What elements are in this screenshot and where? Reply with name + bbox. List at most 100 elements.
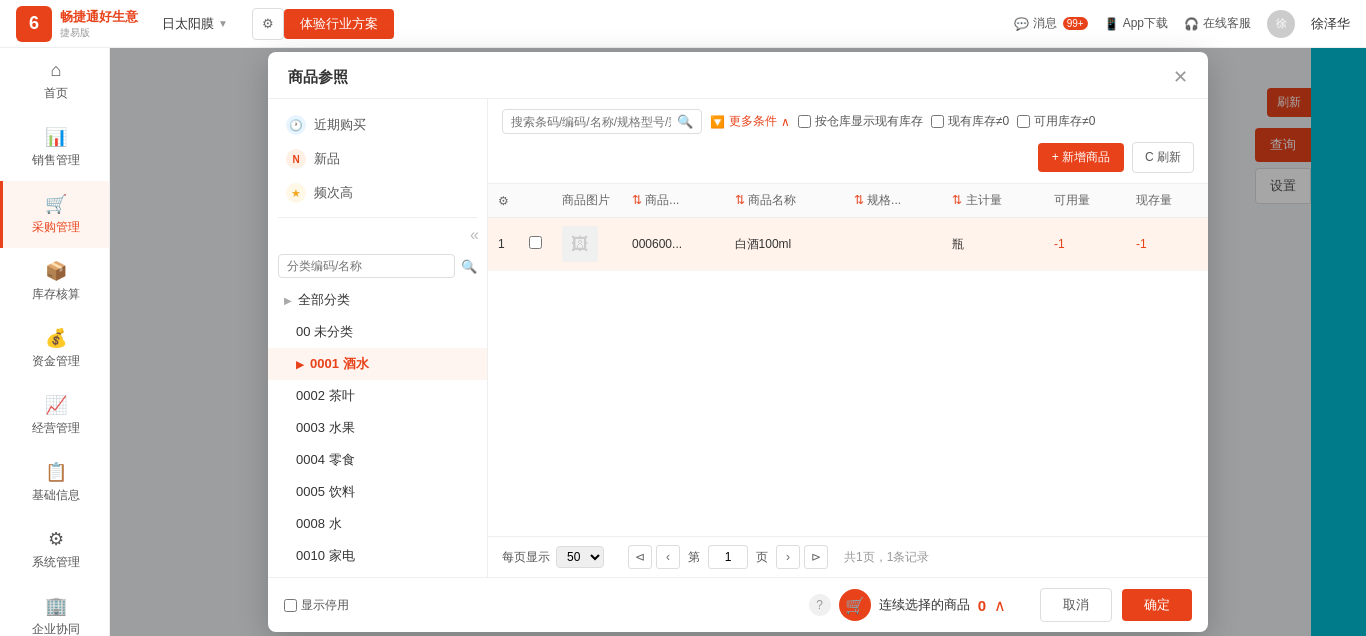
recent-icon: 🕐 [286,115,306,135]
page-label: 第 [688,549,700,566]
page-first-button[interactable]: ⊲ [628,545,652,569]
page-input[interactable] [708,545,748,569]
cat-item-snack[interactable]: 0004 零食 [268,444,487,476]
checkbox-available-input[interactable] [1017,115,1030,128]
th-name[interactable]: ⇅ 商品名称 [725,184,844,218]
sidebar-label-purchase: 采购管理 [32,219,80,236]
purchase-icon: 🛒 [45,193,67,215]
search-input[interactable] [511,115,671,129]
sidebar-item-inventory[interactable]: 📦 库存核算 [0,248,109,315]
app-download-button[interactable]: 📱 App下载 [1104,15,1168,32]
cat-label-water: 0008 水 [296,515,342,533]
sidebar-item-business[interactable]: 📈 经营管理 [0,382,109,449]
th-available: 可用量 [1044,184,1126,218]
logo-icon: 6 [16,6,52,42]
nav-label[interactable]: 日太阳膜 ▼ [162,15,228,33]
cat-item-appliance[interactable]: 0010 家电 [268,540,487,567]
username: 徐泽华 [1311,15,1350,33]
page-last-button[interactable]: ⊳ [804,545,828,569]
th-stock: 现存量 [1126,184,1208,218]
add-product-button[interactable]: + 新增商品 [1038,143,1124,172]
confirm-button[interactable]: 确定 [1122,589,1192,621]
cat-label-snack: 0004 零食 [296,451,355,469]
td-spec [844,218,943,271]
show-disabled-checkbox[interactable]: 显示停用 [284,597,349,614]
sidebar-label-enterprise: 企业协同 [32,621,80,636]
sidebar-item-sales[interactable]: 📊 销售管理 [0,114,109,181]
filter-button[interactable]: 🔽 更多条件 ∧ [710,113,790,130]
show-disabled-input[interactable] [284,599,297,612]
modal-overlay: 商品参照 ✕ 🕐 近期购买 N 新 [110,48,1366,636]
sidebar-item-enterprise[interactable]: 🏢 企业协同 [0,583,109,636]
table-row[interactable]: 1 🖼 000600... 白酒100ml 瓶 [488,218,1208,271]
th-code[interactable]: ⇅ 商品... [622,184,725,218]
cat-arrow-all: ▶ [284,295,292,306]
checkbox-available-label: 可用库存≠0 [1034,113,1095,130]
checkbox-stock-label: 现有库存≠0 [948,113,1009,130]
cat-item-water[interactable]: 0008 水 [268,508,487,540]
quick-freq-label: 频次高 [314,184,353,202]
sort-icon-spec: ⇅ [854,193,864,207]
sidebar-item-basic[interactable]: 📋 基础信息 [0,449,109,516]
td-stock: -1 [1126,218,1208,271]
checkbox-stock-input[interactable] [931,115,944,128]
cat-item-liquor[interactable]: ▶ 0001 酒水 [268,348,487,380]
sidebar-label-system: 系统管理 [32,554,80,571]
sidebar-item-purchase[interactable]: 🛒 采购管理 [0,181,109,248]
cat-item-fruit[interactable]: 0003 水果 [268,412,487,444]
row-checkbox[interactable] [529,236,542,249]
product-table: ⚙ 商品图片 ⇅ 商品... ⇅ 商品名称 ⇅ 规格... ⇅ 主计量 可用量 [488,184,1208,271]
right-panel: 🔍 🔽 更多条件 ∧ 按仓库显示现有库存 [488,99,1208,577]
category-search-input[interactable] [278,254,455,278]
sidebar-item-home[interactable]: ⌂ 首页 [0,48,109,114]
help-icon[interactable]: ? [809,594,831,616]
page-size-label: 每页显示 [502,549,550,566]
table-wrap: ⚙ 商品图片 ⇅ 商品... ⇅ 商品名称 ⇅ 规格... ⇅ 主计量 可用量 [488,184,1208,536]
th-spec[interactable]: ⇅ 规格... [844,184,943,218]
main-layout: ⌂ 首页 📊 销售管理 🛒 采购管理 📦 库存核算 💰 资金管理 📈 经营管理 … [0,48,1366,636]
checkbox-warehouse-input[interactable] [798,115,811,128]
sidebar-item-system[interactable]: ⚙ 系统管理 [0,516,109,583]
td-check[interactable] [519,218,552,271]
topbar-right: 💬 消息 99+ 📱 App下载 🎧 在线客服 徐 徐泽华 [1014,10,1350,38]
cart-label: 连续选择的商品 [879,596,970,614]
cat-item-tea[interactable]: 0002 茶叶 [268,380,487,412]
quick-recent[interactable]: 🕐 近期购买 [278,109,477,141]
search-icon: 🔍 [677,114,693,129]
page-next-button[interactable]: › [776,545,800,569]
td-name: 白酒100ml [725,218,844,271]
checkbox-stock[interactable]: 现有库存≠0 [931,113,1009,130]
online-service-button[interactable]: 🎧 在线客服 [1184,15,1251,32]
page-size-select[interactable]: 50 [556,546,604,568]
category-search-icon[interactable]: 🔍 [461,259,477,274]
td-img: 🖼 [552,218,622,271]
collapse-footer-button[interactable]: ∧ [994,596,1006,615]
td-no: 1 [488,218,519,271]
message-button[interactable]: 💬 消息 99+ [1014,15,1088,32]
th-settings[interactable]: ⚙ [488,184,519,218]
quick-freq[interactable]: ★ 频次高 [278,177,477,209]
th-unit[interactable]: ⇅ 主计量 [942,184,1044,218]
modal-close-button[interactable]: ✕ [1173,66,1188,88]
cart-button[interactable]: 🛒 [839,589,871,621]
checkbox-warehouse[interactable]: 按仓库显示现有库存 [798,113,923,130]
page-prev-button[interactable]: ‹ [656,545,680,569]
cat-label-appliance: 0010 家电 [296,547,355,565]
collapse-btn[interactable]: « [268,226,487,248]
sidebar-label-business: 经营管理 [32,420,80,437]
cat-item-all[interactable]: ▶ 全部分类 [268,284,487,316]
gear-button[interactable]: ⚙ [252,8,284,40]
checkbox-available[interactable]: 可用库存≠0 [1017,113,1095,130]
category-tree: ▶ 全部分类 00 未分类 ▶ 0001 酒水 0002 茶 [268,284,487,567]
cat-item-beverage[interactable]: 0005 饮料 [268,476,487,508]
experience-button[interactable]: 体验行业方案 [284,9,394,39]
cat-item-uncat[interactable]: 00 未分类 [268,316,487,348]
cancel-button[interactable]: 取消 [1040,588,1112,622]
modal: 商品参照 ✕ 🕐 近期购买 N 新 [268,52,1208,632]
filter-icon: 🔽 [710,115,725,129]
quick-new[interactable]: N 新品 [278,143,477,175]
sort-icon-name: ⇅ [735,193,745,207]
refresh-button[interactable]: C 刷新 [1132,142,1194,173]
sidebar-item-finance[interactable]: 💰 资金管理 [0,315,109,382]
sidebar: ⌂ 首页 📊 销售管理 🛒 采购管理 📦 库存核算 💰 资金管理 📈 经营管理 … [0,48,110,636]
